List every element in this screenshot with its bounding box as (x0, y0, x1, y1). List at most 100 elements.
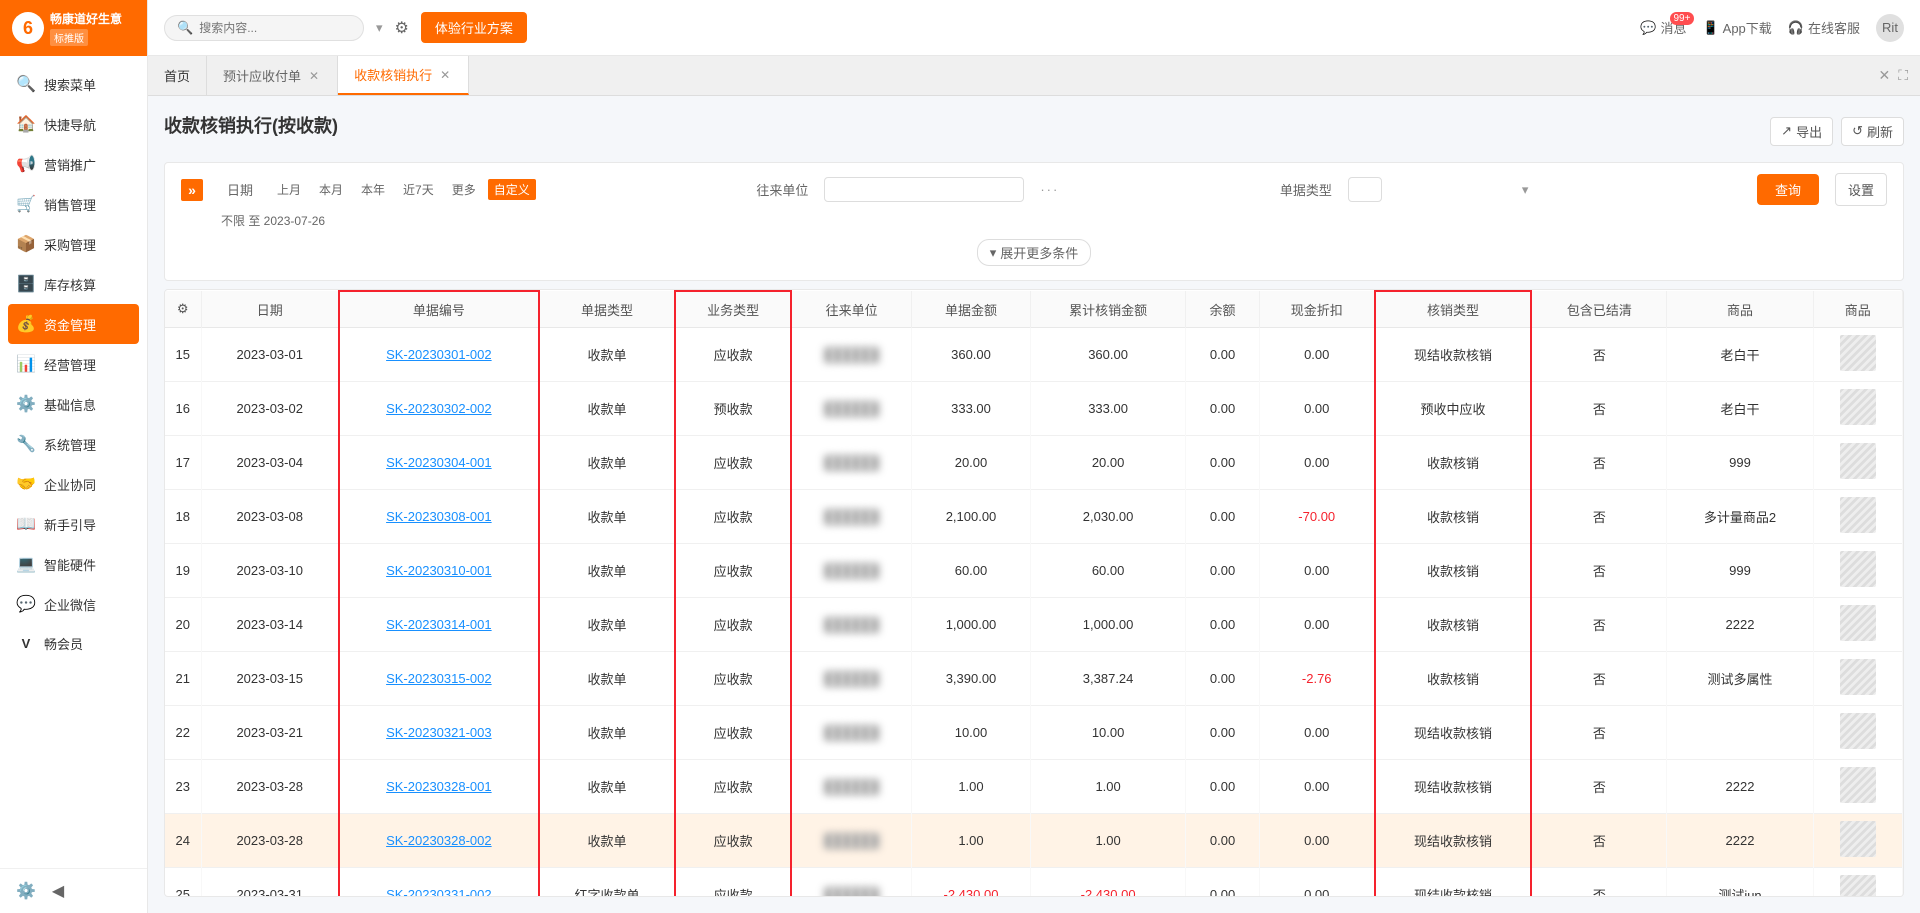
date-btn-last-month[interactable]: 上月 (271, 179, 307, 200)
expand-more-button[interactable]: ▾ 展开更多条件 (977, 239, 1092, 266)
sidebar-item-quick[interactable]: 🏠 快捷导航 (0, 104, 147, 144)
date-btn-7days[interactable]: 近7天 (397, 179, 440, 200)
td-no: 18 (165, 490, 201, 544)
counterpart-more-icon[interactable]: ··· (1040, 182, 1059, 197)
sidebar-item-basic[interactable]: ⚙️ 基础信息 (0, 384, 147, 424)
doc-no-link[interactable]: SK-20230308-001 (386, 509, 492, 524)
counterpart-input[interactable] (824, 177, 1024, 202)
notification-btn[interactable]: 💬 消息 99+ (1640, 18, 1686, 37)
tab-pending[interactable]: 预计应收付单 ✕ (207, 56, 338, 95)
tab-home[interactable]: 首页 (148, 56, 207, 95)
td-counterpart: ██████ (791, 490, 911, 544)
tabbar-actions: ✕ ⛶ (1866, 56, 1920, 95)
filter-expand-icon[interactable]: » (181, 179, 203, 201)
td-biz-type: 预收款 (675, 382, 791, 436)
refresh-button[interactable]: ↺ 刷新 (1841, 117, 1904, 146)
td-amount: -2,430.00 (911, 868, 1030, 898)
topbar-search-box[interactable]: 🔍 (164, 15, 364, 41)
tab-writeoff-close[interactable]: ✕ (438, 66, 452, 84)
sidebar-item-purchase[interactable]: 📦 采购管理 (0, 224, 147, 264)
th-settings[interactable]: ⚙ (165, 291, 201, 328)
td-counterpart: ██████ (791, 382, 911, 436)
sidebar-item-marketing[interactable]: 📢 营销推广 (0, 144, 147, 184)
td-date: 2023-03-14 (201, 598, 339, 652)
sidebar-item-corp[interactable]: 🤝 企业协同 (0, 464, 147, 504)
td-write-type: 收款核销 (1375, 652, 1532, 706)
td-included: 否 (1531, 328, 1667, 382)
solution-button[interactable]: 体验行业方案 (421, 12, 527, 43)
tab-writeoff[interactable]: 收款核销执行 ✕ (338, 56, 469, 95)
td-no: 24 (165, 814, 201, 868)
td-balance: 0.00 (1186, 328, 1260, 382)
sidebar-item-inventory[interactable]: 🗄️ 库存核算 (0, 264, 147, 304)
topbar-gear-icon[interactable]: ⚙ (395, 18, 409, 38)
doc-no-link[interactable]: SK-20230314-001 (386, 617, 492, 632)
topbar-search-input[interactable] (199, 21, 319, 35)
export-button[interactable]: ↗ 导出 (1770, 117, 1833, 146)
sidebar-item-ops[interactable]: 📊 经营管理 (0, 344, 147, 384)
td-counterpart: ██████ (791, 328, 911, 382)
td-cash-disc: 0.00 (1259, 436, 1374, 490)
user-avatar[interactable]: Rit (1876, 14, 1904, 42)
td-balance: 0.00 (1186, 436, 1260, 490)
doc-no-link[interactable]: SK-20230304-001 (386, 455, 492, 470)
doc-no-link[interactable]: SK-20230328-002 (386, 833, 492, 848)
refresh-icon: ↺ (1852, 123, 1863, 139)
sidebar-item-wechat[interactable]: 💬 企业微信 (0, 584, 147, 624)
td-balance: 0.00 (1186, 652, 1260, 706)
td-date: 2023-03-21 (201, 706, 339, 760)
topbar-chevron-icon[interactable]: ▾ (376, 20, 383, 36)
table-row: 182023-03-08SK-20230308-001收款单应收款██████2… (165, 490, 1903, 544)
sidebar-logo: 6 畅康道好生意 标推版 (0, 0, 147, 56)
date-btn-this-month[interactable]: 本月 (313, 179, 349, 200)
doc-type-select[interactable] (1348, 177, 1382, 202)
phone-icon: 📱 (1702, 20, 1718, 36)
td-doc-type: 收款单 (539, 382, 675, 436)
td-counterpart: ██████ (791, 544, 911, 598)
tab-pending-close[interactable]: ✕ (307, 67, 321, 85)
sidebar-item-search[interactable]: 🔍 搜索菜单 (0, 64, 147, 104)
doc-no-link[interactable]: SK-20230315-002 (386, 671, 492, 686)
td-doc-type: 收款单 (539, 436, 675, 490)
td-counterpart: ██████ (791, 652, 911, 706)
doc-no-link[interactable]: SK-20230328-001 (386, 779, 492, 794)
app-download-btn[interactable]: 📱 App下载 (1702, 18, 1771, 37)
td-biz-type: 应收款 (675, 868, 791, 898)
data-table-wrap: ⚙ 日期 单据编号 单据类型 业务类型 往来单位 单据金额 累计核销金额 余额 … (164, 289, 1904, 897)
query-button[interactable]: 查询 (1757, 174, 1819, 205)
doc-no-link[interactable]: SK-20230331-002 (386, 887, 492, 897)
settings-button[interactable]: 设置 (1835, 173, 1887, 206)
td-cash-disc: 0.00 (1259, 760, 1374, 814)
collapse-icon[interactable]: ◀ (52, 881, 64, 901)
date-btn-this-year[interactable]: 本年 (355, 179, 391, 200)
marketing-icon: 📢 (16, 154, 36, 174)
td-write-type: 收款核销 (1375, 436, 1532, 490)
doc-no-link[interactable]: SK-20230302-002 (386, 401, 492, 416)
date-btn-more[interactable]: 更多 (446, 179, 482, 200)
sidebar-item-member[interactable]: V 畅会员 (0, 624, 147, 663)
doc-no-link[interactable]: SK-20230321-003 (386, 725, 492, 740)
table-body: 152023-03-01SK-20230301-002收款单应收款██████3… (165, 328, 1903, 898)
td-counterpart: ██████ (791, 598, 911, 652)
doc-no-link[interactable]: SK-20230301-002 (386, 347, 492, 362)
expand-chevron-icon: ▾ (990, 245, 997, 261)
sidebar-item-system[interactable]: 🔧 系统管理 (0, 424, 147, 464)
sidebar: 6 畅康道好生意 标推版 🔍 搜索菜单 🏠 快捷导航 📢 营销推广 🛒 销售管理… (0, 0, 148, 913)
sidebar-menu: 🔍 搜索菜单 🏠 快捷导航 📢 营销推广 🛒 销售管理 📦 采购管理 🗄️ 库存… (0, 56, 147, 868)
main-area: 🔍 ▾ ⚙ 体验行业方案 💬 消息 99+ 📱 App下载 🎧 在线客服 Rit (148, 0, 1920, 913)
tab-maximize-icon[interactable]: ⛶ (1898, 67, 1908, 84)
date-custom-button[interactable]: 自定义 (488, 179, 536, 200)
sidebar-item-hardware[interactable]: 💻 智能硬件 (0, 544, 147, 584)
td-doc-type: 收款单 (539, 598, 675, 652)
support-btn[interactable]: 🎧 在线客服 (1788, 18, 1860, 37)
settings-icon[interactable]: ⚙️ (16, 881, 36, 901)
td-biz-type: 应收款 (675, 706, 791, 760)
sidebar-item-sales[interactable]: 🛒 销售管理 (0, 184, 147, 224)
sidebar-item-finance[interactable]: 💰 资金管理 (8, 304, 139, 344)
th-date: 日期 (201, 291, 339, 328)
tab-close-all-icon[interactable]: ✕ (1878, 67, 1890, 84)
table-row: 152023-03-01SK-20230301-002收款单应收款██████3… (165, 328, 1903, 382)
sidebar-item-guide[interactable]: 📖 新手引导 (0, 504, 147, 544)
td-included: 否 (1531, 706, 1667, 760)
doc-no-link[interactable]: SK-20230310-001 (386, 563, 492, 578)
